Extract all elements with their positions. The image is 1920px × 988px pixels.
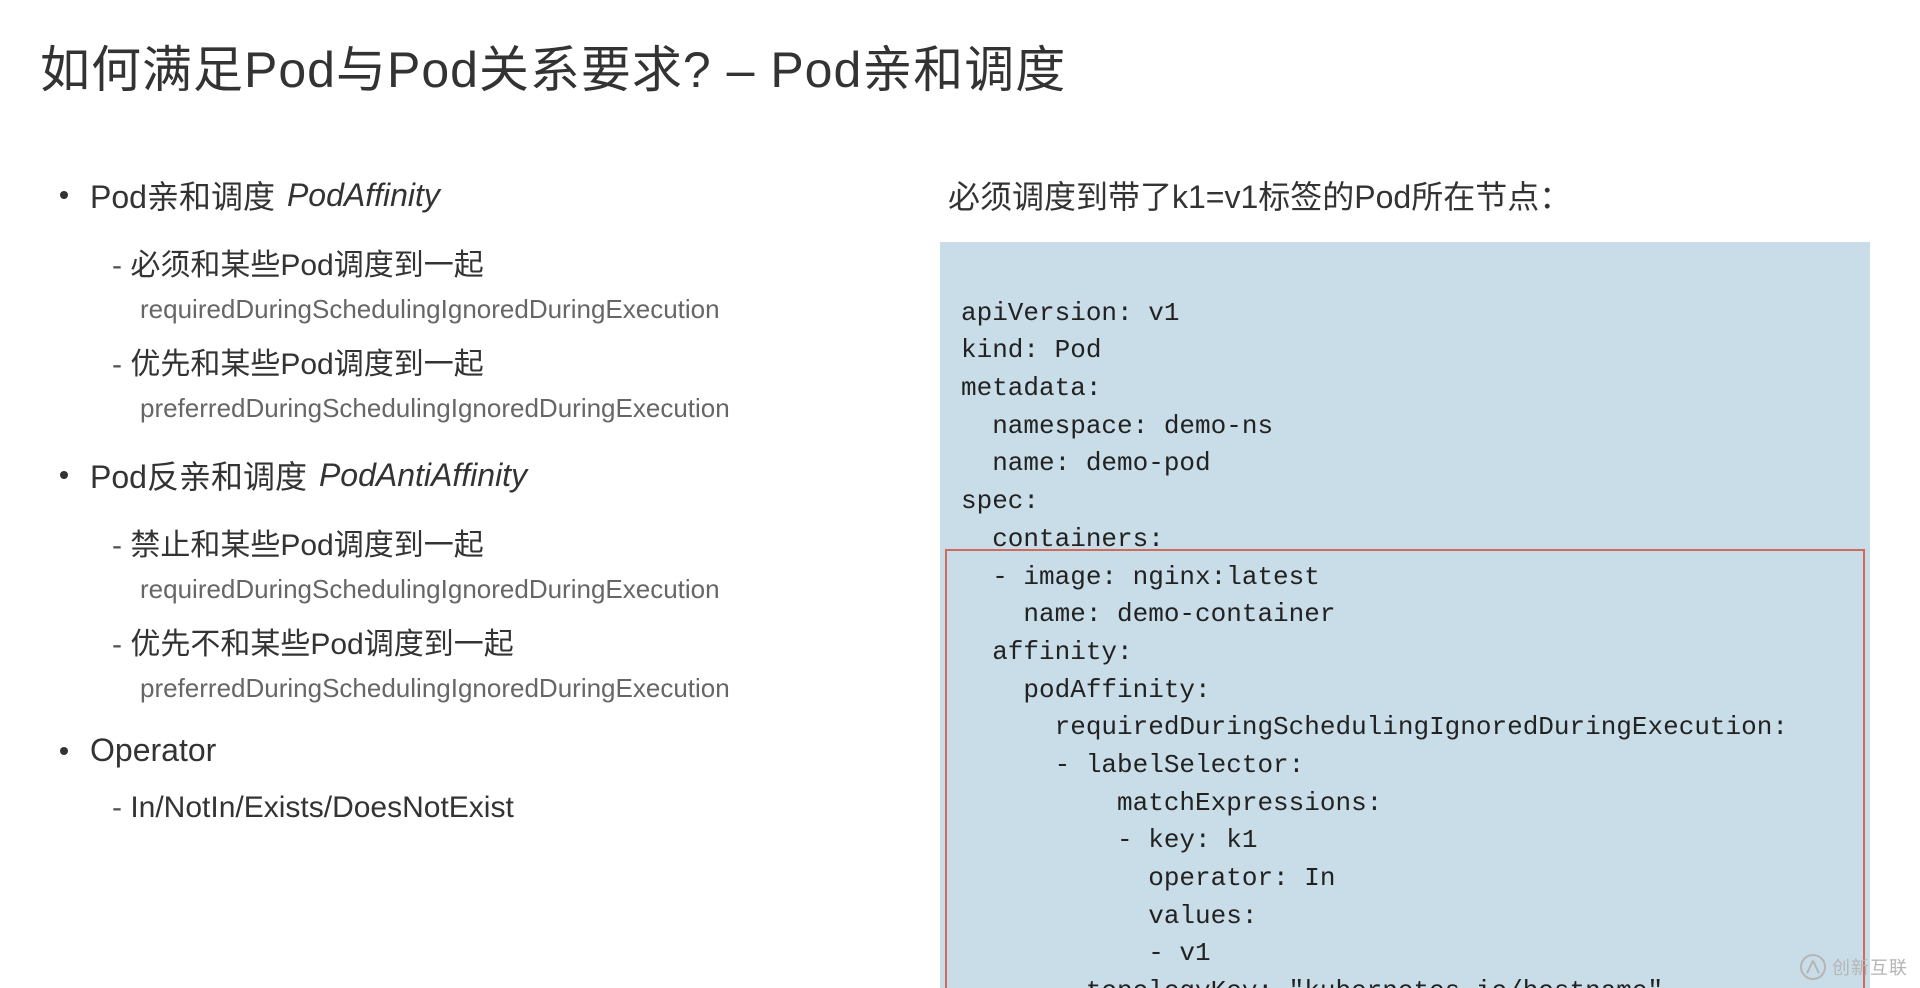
sub-label: 必须和某些Pod调度到一起 [140,240,880,284]
sub-item: 优先和某些Pod调度到一起 preferredDuringSchedulingI… [50,339,880,424]
watermark-logo-icon [1800,954,1826,980]
bullet-item-anti-affinity: Pod反亲和调度 PodAntiAffinity 禁止和某些Pod调度到一起 r… [50,452,880,704]
sub-list: 禁止和某些Pod调度到一起 requiredDuringSchedulingIg… [50,520,880,704]
bullet-dot-icon [60,471,68,479]
bullet-label: Pod反亲和调度 [90,452,307,498]
sub-desc: preferredDuringSchedulingIgnoredDuringEx… [140,393,880,424]
right-subtitle: 必须调度到带了k1=v1标签的Pod所在节点： [948,172,1870,218]
slide-title: 如何满足Pod与Pod关系要求? – Pod亲和调度 [40,30,1880,102]
code-text: apiVersion: v1 kind: Pod metadata: names… [961,298,1788,988]
bullet-dot-icon [60,747,68,755]
bullet-item-operator: Operator In/NotIn/Exists/DoesNotExist [50,732,880,825]
sub-item: 必须和某些Pod调度到一起 requiredDuringSchedulingIg… [50,240,880,325]
sub-desc: preferredDuringSchedulingIgnoredDuringEx… [140,673,880,704]
bullet-dot-icon [60,191,68,199]
bullet-italic: PodAffinity [287,177,440,214]
sub-list: In/NotIn/Exists/DoesNotExist [50,791,880,825]
sub-label: 禁止和某些Pod调度到一起 [140,520,880,564]
left-column: Pod亲和调度 PodAffinity 必须和某些Pod调度到一起 requir… [50,172,880,988]
sub-label: In/NotIn/Exists/DoesNotExist [140,791,880,825]
sub-label: 优先和某些Pod调度到一起 [140,339,880,383]
bullet-list: Pod亲和调度 PodAffinity 必须和某些Pod调度到一起 requir… [50,172,880,825]
bullet-item-affinity: Pod亲和调度 PodAffinity 必须和某些Pod调度到一起 requir… [50,172,880,424]
sub-label: 优先不和某些Pod调度到一起 [140,619,880,663]
right-column: 必须调度到带了k1=v1标签的Pod所在节点： apiVersion: v1 k… [940,172,1870,988]
sub-item: 优先不和某些Pod调度到一起 preferredDuringScheduling… [50,619,880,704]
sub-list: 必须和某些Pod调度到一起 requiredDuringSchedulingIg… [50,240,880,424]
sub-desc: requiredDuringSchedulingIgnoredDuringExe… [140,574,880,605]
bullet-label: Operator [90,732,216,769]
sub-item: 禁止和某些Pod调度到一起 requiredDuringSchedulingIg… [50,520,880,605]
slide: 如何满足Pod与Pod关系要求? – Pod亲和调度 Pod亲和调度 PodAf… [0,0,1920,988]
sub-desc: requiredDuringSchedulingIgnoredDuringExe… [140,294,880,325]
bullet-italic: PodAntiAffinity [319,457,527,494]
yaml-code-block: apiVersion: v1 kind: Pod metadata: names… [940,242,1870,988]
sub-item: In/NotIn/Exists/DoesNotExist [50,791,880,825]
content-row: Pod亲和调度 PodAffinity 必须和某些Pod调度到一起 requir… [40,172,1880,988]
watermark-text: 创新互联 [1832,954,1908,980]
watermark: 创新互联 [1800,954,1908,980]
bullet-label: Pod亲和调度 [90,172,275,218]
